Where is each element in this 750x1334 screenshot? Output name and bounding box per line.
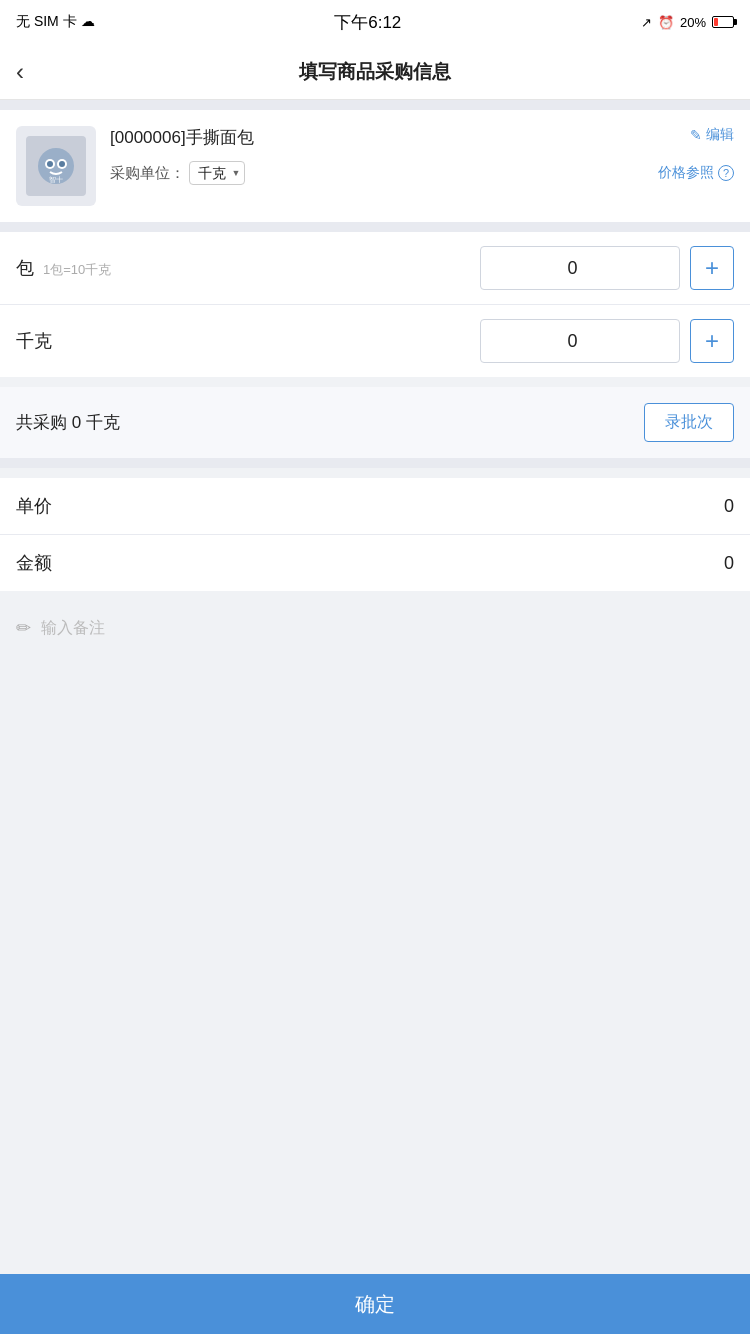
price-ref-button[interactable]: 价格参照 ?	[658, 164, 734, 182]
qianke-label: 千克	[16, 329, 136, 353]
brand-logo-svg: 智十	[36, 146, 76, 186]
divider-mid2	[0, 458, 750, 468]
price-section: 单价 0 金额 0	[0, 478, 750, 591]
svg-text:智十: 智十	[49, 176, 63, 183]
unit-select[interactable]: 千克 包	[189, 161, 245, 185]
battery-percent: 20%	[680, 15, 706, 30]
summary-value: 0	[72, 413, 81, 432]
unit-price-row: 单价 0	[0, 478, 750, 535]
qianke-field-row: 千克 +	[0, 305, 750, 377]
back-button[interactable]: ‹	[16, 58, 24, 86]
unit-label: 采购单位：	[110, 164, 185, 181]
info-icon: ?	[718, 165, 734, 181]
edit-icon: ✎	[690, 127, 702, 143]
svg-point-4	[59, 161, 65, 167]
pencil-icon: ✏	[16, 617, 31, 639]
alarm-icon: ⏰	[658, 15, 674, 30]
qianke-plus-button[interactable]: +	[690, 319, 734, 363]
status-left: 无 SIM 卡 ☁	[16, 13, 95, 31]
status-time: 下午6:12	[334, 11, 401, 34]
notes-section[interactable]: ✏ 输入备注	[0, 601, 750, 655]
divider-top	[0, 100, 750, 110]
edit-button[interactable]: ✎ 编辑	[690, 126, 734, 144]
unit-price-label: 单价	[16, 494, 52, 518]
bao-label: 包 1包=10千克	[16, 256, 136, 280]
qianke-input-wrap: +	[136, 319, 734, 363]
price-ref-label: 价格参照	[658, 164, 714, 182]
amount-value: 0	[724, 553, 734, 574]
quantity-section: 包 1包=10千克 + 千克 +	[0, 232, 750, 377]
product-logo: 智十	[26, 136, 86, 196]
status-bar: 无 SIM 卡 ☁ 下午6:12 ↗ ⏰ 20%	[0, 0, 750, 44]
status-right: ↗ ⏰ 20%	[641, 15, 734, 30]
summary-section: 共采购 0 千克 录批次	[0, 387, 750, 458]
content-spacer	[0, 655, 750, 935]
product-card: 智十 [0000006]手撕面包 ✎ 编辑 采购单位： 千克 包	[0, 110, 750, 222]
bao-field-row: 包 1包=10千克 +	[0, 232, 750, 305]
unit-price-value: 0	[724, 496, 734, 517]
divider-mid1	[0, 222, 750, 232]
qianke-input[interactable]	[480, 319, 680, 363]
product-image: 智十	[16, 126, 96, 206]
page-title: 填写商品采购信息	[299, 59, 451, 85]
confirm-button[interactable]: 确定	[0, 1274, 750, 1334]
unit-label-wrap: 采购单位： 千克 包	[110, 161, 245, 185]
sim-status: 无 SIM 卡 ☁	[16, 13, 95, 31]
summary-label: 共采购 0 千克	[16, 411, 120, 434]
battery-icon	[712, 16, 734, 28]
summary-row: 共采购 0 千克 录批次	[0, 387, 750, 458]
product-unit-row: 采购单位： 千克 包 价格参照 ?	[110, 161, 734, 185]
bao-plus-button[interactable]: +	[690, 246, 734, 290]
product-info: [0000006]手撕面包 ✎ 编辑 采购单位： 千克 包 价格参照 ?	[110, 126, 734, 185]
notes-placeholder: 输入备注	[41, 618, 105, 639]
product-name: [0000006]手撕面包	[110, 126, 254, 149]
product-header: [0000006]手撕面包 ✎ 编辑	[110, 126, 734, 149]
unit-select-wrap[interactable]: 千克 包	[189, 161, 245, 185]
location-icon: ↗	[641, 15, 652, 30]
amount-row: 金额 0	[0, 535, 750, 591]
summary-unit: 千克	[86, 413, 120, 432]
bao-input-wrap: +	[136, 246, 734, 290]
bao-sublabel: 1包=10千克	[43, 262, 111, 277]
amount-label: 金额	[16, 551, 52, 575]
bao-input[interactable]	[480, 246, 680, 290]
nav-bar: ‹ 填写商品采购信息	[0, 44, 750, 100]
svg-point-3	[47, 161, 53, 167]
batch-button[interactable]: 录批次	[644, 403, 734, 442]
